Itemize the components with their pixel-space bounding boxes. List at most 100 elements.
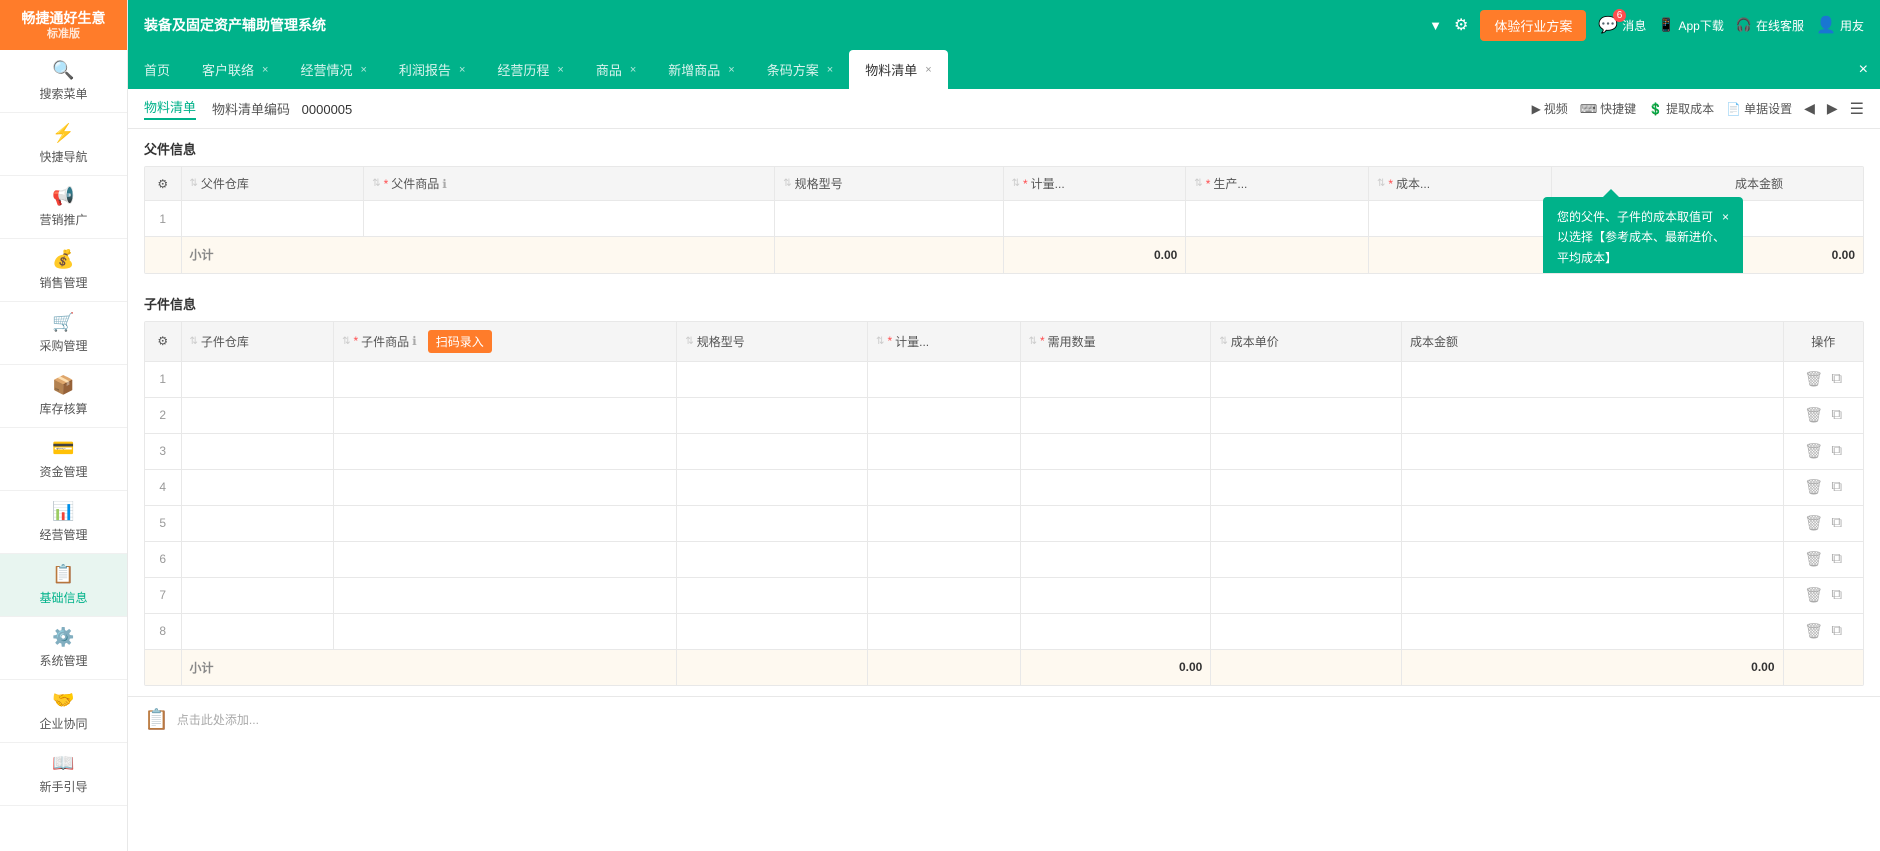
tab-history[interactable]: 经营历程× <box>481 50 579 89</box>
child-warehouse-7[interactable] <box>181 577 334 613</box>
child-spec-8[interactable] <box>677 613 868 649</box>
child-ucost-4[interactable] <box>1211 469 1402 505</box>
tab-profit-close[interactable]: × <box>459 64 465 76</box>
child-product-6[interactable] <box>334 541 677 577</box>
child-spec-1[interactable] <box>677 361 868 397</box>
child-qty-1[interactable] <box>1020 361 1211 397</box>
copy-icon-8[interactable]: ⧉ <box>1831 622 1842 640</box>
parent-warehouse-1[interactable] <box>181 201 364 237</box>
child-qty-7[interactable] <box>1020 577 1211 613</box>
delete-icon-6[interactable]: 🗑 <box>1804 550 1823 568</box>
parent-cost-1[interactable] <box>1368 201 1551 237</box>
online-service-area[interactable]: 🎧 在线客服 <box>1736 17 1804 34</box>
tool-cost[interactable]: 💲 提取成本 <box>1648 100 1714 117</box>
tooltip-close-button[interactable]: × <box>1722 207 1729 227</box>
child-qty-5[interactable] <box>1020 505 1211 541</box>
delete-icon-4[interactable]: 🗑 <box>1804 478 1823 496</box>
parent-spec-1[interactable] <box>775 201 1003 237</box>
child-warehouse-8[interactable] <box>181 613 334 649</box>
settings-icon[interactable]: ⚙ <box>1454 15 1468 35</box>
copy-icon-6[interactable]: ⧉ <box>1831 550 1842 568</box>
sidebar-item-marketing[interactable]: 📢 营销推广 <box>0 176 127 239</box>
tab-ops-close[interactable]: × <box>360 64 366 76</box>
child-unit-4[interactable] <box>868 469 1021 505</box>
parent-production-1[interactable] <box>1186 201 1369 237</box>
child-warehouse-4[interactable] <box>181 469 334 505</box>
child-unit-5[interactable] <box>868 505 1021 541</box>
child-warehouse-3[interactable] <box>181 433 334 469</box>
tab-add-goods[interactable]: 新增商品× <box>652 50 750 89</box>
parent-product-1[interactable] <box>364 201 775 237</box>
delete-icon-8[interactable]: 🗑 <box>1804 622 1823 640</box>
sidebar-item-inventory[interactable]: 📦 库存核算 <box>0 365 127 428</box>
dropdown-arrow-icon[interactable]: ▼ <box>1429 18 1442 33</box>
child-ucost-2[interactable] <box>1211 397 1402 433</box>
add-row-icon[interactable]: 📋 <box>144 707 169 732</box>
child-ucost-5[interactable] <box>1211 505 1402 541</box>
child-unit-8[interactable] <box>868 613 1021 649</box>
sidebar-item-basic-info[interactable]: 📋 基础信息 <box>0 554 127 617</box>
child-qty-4[interactable] <box>1020 469 1211 505</box>
nav-right-icon[interactable]: ▶ <box>1827 100 1838 117</box>
sidebar-item-guide[interactable]: 📖 新手引导 <box>0 743 127 806</box>
tab-profit[interactable]: 利润报告× <box>383 50 481 89</box>
sidebar-item-operations[interactable]: 📊 经营管理 <box>0 491 127 554</box>
child-warehouse-1[interactable] <box>181 361 334 397</box>
child-spec-3[interactable] <box>677 433 868 469</box>
sidebar-item-system[interactable]: ⚙️ 系统管理 <box>0 617 127 680</box>
child-unit-1[interactable] <box>868 361 1021 397</box>
copy-icon-4[interactable]: ⧉ <box>1831 478 1842 496</box>
tool-video[interactable]: ▶ 视频 <box>1532 100 1568 117</box>
child-ucost-7[interactable] <box>1211 577 1402 613</box>
sidebar-item-finance[interactable]: 💳 资金管理 <box>0 428 127 491</box>
tab-add-goods-close[interactable]: × <box>728 64 734 76</box>
child-product-7[interactable] <box>334 577 677 613</box>
parent-col-settings[interactable]: ⚙ <box>145 167 181 201</box>
child-unit-2[interactable] <box>868 397 1021 433</box>
delete-icon-5[interactable]: 🗑 <box>1804 514 1823 532</box>
tab-customer-close[interactable]: × <box>262 64 268 76</box>
sub-tab-bom-list[interactable]: 物料清单 <box>144 97 196 120</box>
tab-history-close[interactable]: × <box>557 64 563 76</box>
child-ucost-8[interactable] <box>1211 613 1402 649</box>
nav-left-icon[interactable]: ◀ <box>1804 100 1815 117</box>
child-spec-6[interactable] <box>677 541 868 577</box>
delete-icon-7[interactable]: 🗑 <box>1804 586 1823 604</box>
child-qty-8[interactable] <box>1020 613 1211 649</box>
delete-icon-3[interactable]: 🗑 <box>1804 442 1823 460</box>
child-ucost-3[interactable] <box>1211 433 1402 469</box>
child-spec-4[interactable] <box>677 469 868 505</box>
sidebar-item-collab[interactable]: 🤝 企业协同 <box>0 680 127 743</box>
copy-icon-1[interactable]: ⧉ <box>1831 370 1842 388</box>
user-area[interactable]: 👤 用友 <box>1816 15 1864 35</box>
sidebar-item-quick-nav[interactable]: ⚡ 快捷导航 <box>0 113 127 176</box>
copy-icon-2[interactable]: ⧉ <box>1831 406 1842 424</box>
child-spec-2[interactable] <box>677 397 868 433</box>
child-ucost-6[interactable] <box>1211 541 1402 577</box>
child-warehouse-5[interactable] <box>181 505 334 541</box>
child-unit-3[interactable] <box>868 433 1021 469</box>
copy-icon-3[interactable]: ⧉ <box>1831 442 1842 460</box>
parent-unit-1[interactable] <box>1003 201 1186 237</box>
tab-barcode[interactable]: 条码方案× <box>751 50 849 89</box>
child-unit-7[interactable] <box>868 577 1021 613</box>
trial-button[interactable]: 体验行业方案 <box>1480 10 1586 41</box>
child-product-5[interactable] <box>334 505 677 541</box>
child-qty-6[interactable] <box>1020 541 1211 577</box>
app-download-area[interactable]: 📱 App下载 <box>1658 17 1724 34</box>
child-col-settings[interactable]: ⚙ <box>145 322 181 362</box>
tab-barcode-close[interactable]: × <box>827 64 833 76</box>
message-icon[interactable]: 💬 6 <box>1598 15 1618 35</box>
child-product-3[interactable] <box>334 433 677 469</box>
tab-goods[interactable]: 商品× <box>580 50 652 89</box>
child-spec-5[interactable] <box>677 505 868 541</box>
grid-view-icon[interactable]: ☰ <box>1850 99 1864 119</box>
tool-shortcut[interactable]: ⌨ 快捷键 <box>1580 100 1636 117</box>
sidebar-item-search[interactable]: 🔍 搜索菜单 <box>0 50 127 113</box>
sidebar-item-sales[interactable]: 💰 销售管理 <box>0 239 127 302</box>
tab-goods-close[interactable]: × <box>630 64 636 76</box>
copy-icon-5[interactable]: ⧉ <box>1831 514 1842 532</box>
child-qty-3[interactable] <box>1020 433 1211 469</box>
child-product-8[interactable] <box>334 613 677 649</box>
copy-icon-7[interactable]: ⧉ <box>1831 586 1842 604</box>
